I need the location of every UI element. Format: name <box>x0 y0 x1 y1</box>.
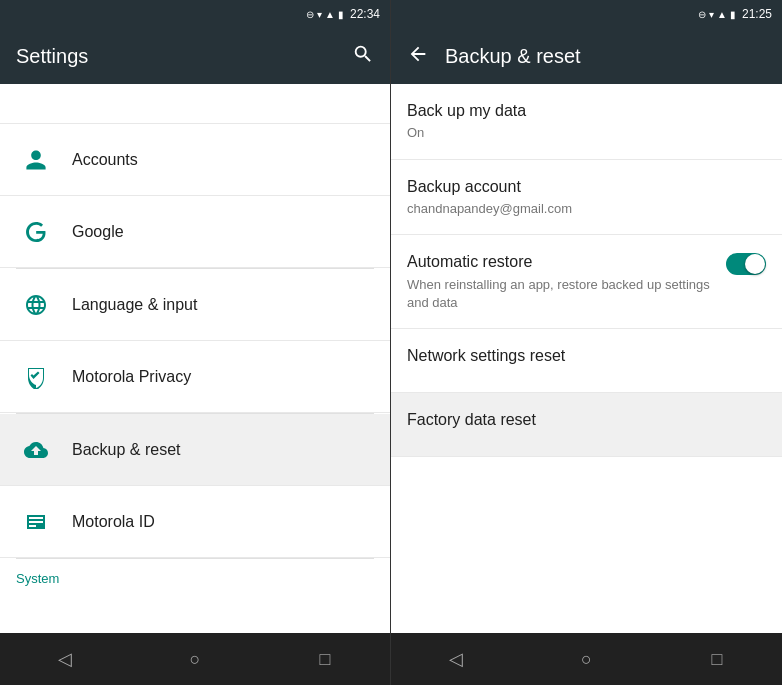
signal-icon: ▲ <box>325 9 335 20</box>
sidebar-item-backup-reset[interactable]: Backup & reset <box>0 414 390 486</box>
right-top-bar: Backup & reset <box>391 28 782 84</box>
backup-settings-list: Back up my data On Backup account chandn… <box>391 84 782 633</box>
left-time: 22:34 <box>350 7 380 21</box>
left-home-button[interactable]: ○ <box>165 639 225 679</box>
backup-account-subtitle: chandnapandey@gmail.com <box>407 200 766 218</box>
right-status-icons: ⊖ ▾ ▲ ▮ <box>698 9 736 20</box>
left-nav-bar: ◁ ○ □ <box>0 633 390 685</box>
backup-my-data-title: Back up my data <box>407 100 766 122</box>
partial-menu-item <box>0 84 390 124</box>
partial-icon <box>16 84 56 124</box>
automatic-restore-content: Automatic restore When reinstalling an a… <box>407 251 714 312</box>
right-minus-icon: ⊖ <box>698 9 706 20</box>
network-reset-title: Network settings reset <box>407 345 766 367</box>
sidebar-item-motorola-privacy[interactable]: Motorola Privacy <box>0 341 390 413</box>
settings-item-network-reset[interactable]: Network settings reset <box>391 329 782 393</box>
language-label: Language & input <box>72 296 197 314</box>
left-panel: ⊖ ▾ ▲ ▮ 22:34 Settings Accounts <box>0 0 391 685</box>
automatic-restore-title: Automatic restore <box>407 251 714 273</box>
sidebar-item-google[interactable]: Google <box>0 196 390 268</box>
network-reset-content: Network settings reset <box>407 345 766 367</box>
settings-item-automatic-restore[interactable]: Automatic restore When reinstalling an a… <box>391 235 782 329</box>
right-signal-icon: ▲ <box>717 9 727 20</box>
right-recent-button[interactable]: □ <box>687 639 747 679</box>
settings-menu-list: Accounts Google Language & input Motorol… <box>0 84 390 633</box>
backup-my-data-content: Back up my data On <box>407 100 766 143</box>
privacy-icon <box>16 357 56 397</box>
right-nav-bar: ◁ ○ □ <box>391 633 782 685</box>
google-label: Google <box>72 223 124 241</box>
left-back-button[interactable]: ◁ <box>35 639 95 679</box>
automatic-restore-subtitle: When reinstalling an app, restore backed… <box>407 276 714 312</box>
factory-reset-title: Factory data reset <box>407 409 766 431</box>
system-section-header: System <box>0 559 390 591</box>
factory-reset-content: Factory data reset <box>407 409 766 431</box>
right-battery-icon: ▮ <box>730 9 736 20</box>
accounts-label: Accounts <box>72 151 138 169</box>
battery-icon: ▮ <box>338 9 344 20</box>
right-wifi-icon: ▾ <box>709 9 714 20</box>
language-icon <box>16 285 56 325</box>
automatic-restore-toggle[interactable] <box>726 253 766 275</box>
right-title: Backup & reset <box>445 45 766 68</box>
motorola-privacy-label: Motorola Privacy <box>72 368 191 386</box>
google-icon <box>16 212 56 252</box>
sidebar-item-language[interactable]: Language & input <box>0 269 390 341</box>
right-status-bar: ⊖ ▾ ▲ ▮ 21:25 <box>391 0 782 28</box>
motorola-id-label: Motorola ID <box>72 513 155 531</box>
search-icon[interactable] <box>352 43 374 70</box>
left-recent-button[interactable]: □ <box>295 639 355 679</box>
backup-icon <box>16 430 56 470</box>
automatic-restore-control <box>726 253 766 275</box>
back-icon[interactable] <box>407 43 429 70</box>
settings-item-backup-account[interactable]: Backup account chandnapandey@gmail.com <box>391 160 782 236</box>
minus-icon: ⊖ <box>306 9 314 20</box>
left-title: Settings <box>16 45 352 68</box>
sidebar-item-accounts[interactable]: Accounts <box>0 124 390 196</box>
accounts-icon <box>16 140 56 180</box>
sidebar-item-motorola-id[interactable]: Motorola ID <box>0 486 390 558</box>
left-status-icons: ⊖ ▾ ▲ ▮ <box>306 9 344 20</box>
left-status-bar: ⊖ ▾ ▲ ▮ 22:34 <box>0 0 390 28</box>
system-section-label: System <box>16 571 59 586</box>
backup-account-content: Backup account chandnapandey@gmail.com <box>407 176 766 219</box>
backup-reset-label: Backup & reset <box>72 441 181 459</box>
backup-account-title: Backup account <box>407 176 766 198</box>
toggle-knob <box>745 254 765 274</box>
backup-my-data-subtitle: On <box>407 124 766 142</box>
settings-item-factory-reset[interactable]: Factory data reset <box>391 393 782 457</box>
right-panel: ⊖ ▾ ▲ ▮ 21:25 Backup & reset Back up my … <box>391 0 782 685</box>
right-back-button[interactable]: ◁ <box>426 639 486 679</box>
motorola-id-icon <box>16 502 56 542</box>
right-home-button[interactable]: ○ <box>556 639 616 679</box>
wifi-icon: ▾ <box>317 9 322 20</box>
settings-item-backup-my-data[interactable]: Back up my data On <box>391 84 782 160</box>
right-time: 21:25 <box>742 7 772 21</box>
left-top-bar: Settings <box>0 28 390 84</box>
